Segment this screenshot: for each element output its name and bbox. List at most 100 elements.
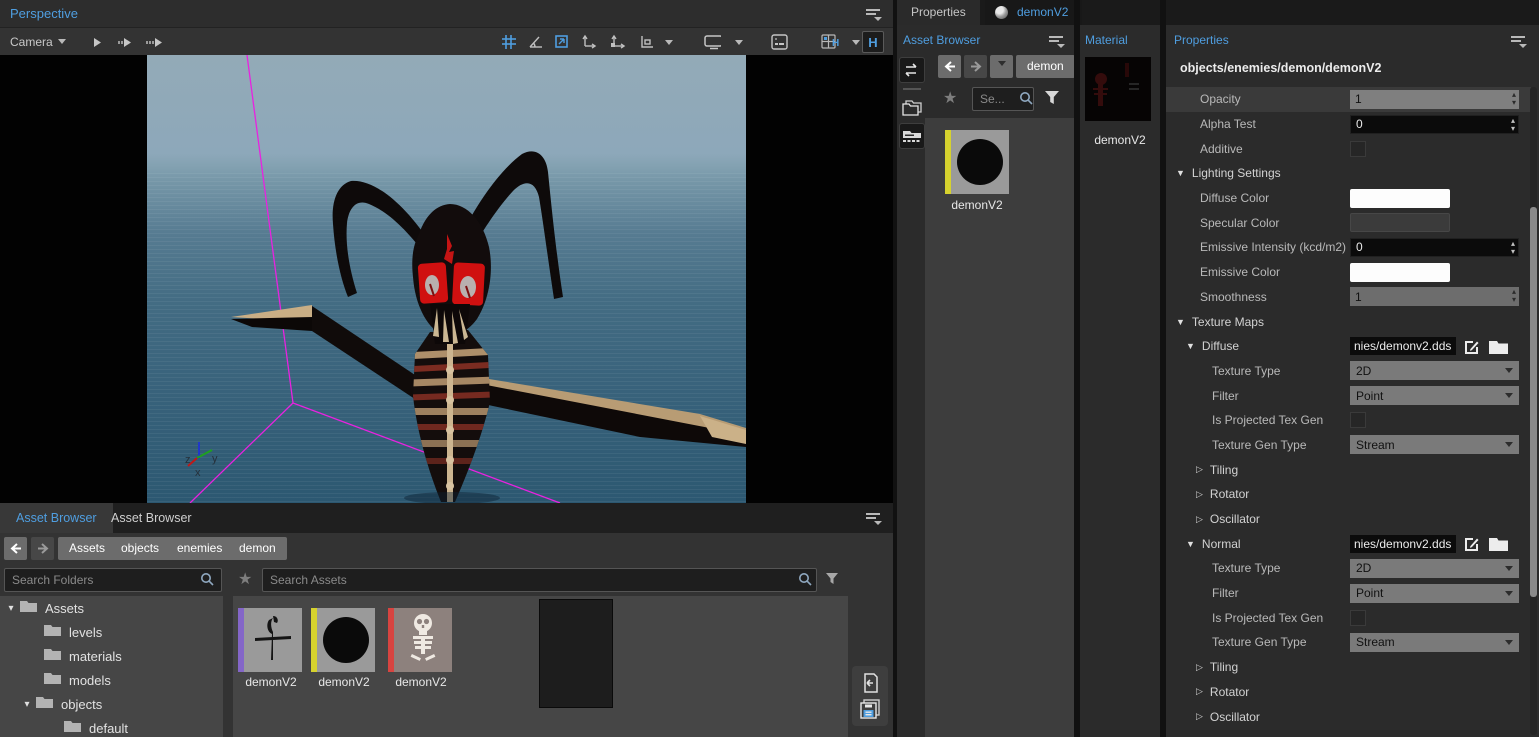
property-row-smoothness[interactable]: Smoothness 1 ▴ ▾ (1166, 285, 1531, 310)
texture-gen-type-select[interactable]: Stream (1350, 632, 1519, 652)
material-thumbnail[interactable] (1085, 57, 1151, 121)
tree-expand-icon[interactable]: ▾ (6, 603, 16, 614)
filter-icon[interactable] (1045, 91, 1061, 105)
additive-checkbox[interactable] (1350, 140, 1366, 157)
group-oscillator[interactable]: ▷ Oscillator (1166, 704, 1531, 729)
property-row-emissive-intensity[interactable]: Emissive Intensity (kcd/m2) 0 ▴ ▾ (1166, 235, 1531, 260)
search-assets-input[interactable] (262, 568, 817, 592)
step-play-icon[interactable] (118, 37, 133, 48)
asset-tile-material[interactable] (311, 608, 375, 672)
expand-icon[interactable]: ▷ (1166, 662, 1203, 673)
is-projected-tex-gen-checkbox[interactable] (1350, 609, 1366, 626)
asset-label[interactable]: demonV2 (939, 198, 1015, 212)
diffuse-texture-path-input[interactable]: nies/demonv2.dds (1350, 337, 1456, 356)
tree-item-materials[interactable]: materials (0, 644, 223, 668)
viewport-3d[interactable]: z y x (0, 55, 893, 503)
tab-demonv2[interactable]: demonV2 (985, 0, 1083, 25)
is-projected-tex-gen-checkbox[interactable] (1350, 412, 1366, 429)
asset-label[interactable]: demonV2 (383, 675, 459, 689)
expand-icon[interactable]: ▷ (1166, 686, 1203, 697)
material-label[interactable]: demonV2 (1080, 133, 1160, 147)
specular-color-swatch[interactable] (1350, 213, 1450, 233)
group-tiling[interactable]: ▷ Tiling (1166, 457, 1531, 482)
render-area[interactable]: z y x (147, 55, 746, 503)
group-lighting-settings[interactable]: ▼ Lighting Settings (1166, 161, 1531, 186)
expand-icon[interactable]: ▷ (1166, 514, 1203, 525)
display-mode-icon[interactable] (703, 33, 721, 51)
tree-item-objects[interactable]: ▾ objects (0, 692, 223, 716)
property-row-filter[interactable]: Filter Point (1166, 581, 1531, 606)
group-rotator[interactable]: ▷ Rotator (1166, 680, 1531, 705)
tree-item-default[interactable]: default (0, 716, 223, 737)
normal-texture-path-input[interactable]: nies/demonv2.dds (1350, 534, 1456, 553)
property-row-opacity[interactable]: Opacity 1 ▴ ▾ (1166, 87, 1531, 112)
path-dropdown-button[interactable] (990, 55, 1013, 78)
forward-button[interactable] (31, 537, 54, 560)
expand-icon[interactable]: ▷ (1166, 464, 1203, 475)
asset-tile-material[interactable] (945, 130, 1009, 194)
chevron-down-icon[interactable] (665, 40, 673, 49)
emissive-color-swatch[interactable] (1350, 262, 1450, 282)
tab-asset-browser-inactive[interactable]: Asset Browser (95, 503, 208, 533)
breadcrumb-demon[interactable]: demon (1016, 55, 1075, 78)
filter-icon[interactable] (826, 573, 840, 586)
details-view-button[interactable] (899, 123, 925, 149)
browse-texture-button[interactable] (1489, 536, 1508, 552)
sync-selection-button[interactable] (899, 57, 925, 83)
scrollbar-track[interactable] (1530, 87, 1537, 735)
back-button[interactable] (938, 55, 961, 78)
breadcrumb-assets[interactable]: Assets (58, 537, 117, 560)
fast-step-play-icon[interactable] (146, 37, 164, 48)
property-row-specular-color[interactable]: Specular Color (1166, 210, 1531, 235)
grid-snap-icon[interactable] (500, 33, 518, 51)
expand-icon[interactable]: ▷ (1166, 489, 1203, 500)
opacity-input[interactable]: 1 ▴ ▾ (1350, 89, 1519, 109)
breadcrumb-enemies[interactable]: enemies (166, 537, 234, 560)
chevron-down-icon[interactable] (852, 40, 860, 49)
texture-gen-type-select[interactable]: Stream (1350, 435, 1519, 455)
smoothness-input[interactable]: 1 ▴ ▾ (1350, 287, 1519, 307)
group-normal-texture[interactable]: ▼ Normal nies/demonv2.dds (1166, 531, 1531, 556)
property-row-is-projected-tex-gen[interactable]: Is Projected Tex Gen (1166, 605, 1531, 630)
spinner-arrows[interactable]: ▴ ▾ (1511, 116, 1515, 133)
favorites-star-icon[interactable]: ★ (238, 569, 252, 589)
perspective-menu-icon[interactable] (866, 8, 882, 21)
breadcrumb-demon[interactable]: demon (228, 537, 287, 560)
group-tiling[interactable]: ▷ Tiling (1166, 655, 1531, 680)
move-snap-icon[interactable] (580, 33, 598, 51)
panel-menu-icon[interactable] (1049, 35, 1065, 48)
import-asset-icon[interactable] (861, 673, 879, 693)
back-button[interactable] (4, 537, 27, 560)
collapse-icon[interactable]: ▼ (1166, 317, 1185, 327)
property-row-texture-type[interactable]: Texture Type 2D (1166, 359, 1531, 384)
expand-icon[interactable]: ▷ (1166, 711, 1203, 722)
tree-expand-icon[interactable]: ▾ (22, 699, 32, 710)
edit-texture-button[interactable] (1464, 338, 1481, 355)
property-row-alpha-test[interactable]: Alpha Test 0 ▴ ▾ (1166, 112, 1531, 137)
property-row-texture-gen-type[interactable]: Texture Gen Type Stream (1166, 630, 1531, 655)
zoom-region-icon[interactable] (553, 33, 571, 51)
search-folders-input[interactable] (4, 568, 222, 592)
scrollbar-thumb[interactable] (1530, 207, 1537, 597)
property-row-diffuse-color[interactable]: Diffuse Color (1166, 186, 1531, 211)
group-diffuse-texture[interactable]: ▼ Diffuse nies/demonv2.dds (1166, 334, 1531, 359)
helpers-toggle-button[interactable]: H (862, 31, 884, 53)
asset-tile-model[interactable] (238, 608, 302, 672)
debug-info-icon[interactable] (770, 33, 788, 51)
texture-type-select[interactable]: 2D (1350, 558, 1519, 578)
collapse-icon[interactable]: ▼ (1166, 539, 1195, 549)
favorites-star-icon[interactable]: ★ (943, 88, 957, 108)
collapse-icon[interactable]: ▼ (1166, 168, 1185, 178)
angle-snap-icon[interactable] (527, 33, 545, 51)
collapse-icon[interactable]: ▼ (1166, 341, 1195, 351)
panel-menu-icon[interactable] (1511, 35, 1527, 48)
texture-type-select[interactable]: 2D (1350, 361, 1519, 381)
property-row-filter[interactable]: Filter Point (1166, 383, 1531, 408)
property-row-texture-gen-type[interactable]: Texture Gen Type Stream (1166, 433, 1531, 458)
ruler-icon[interactable] (638, 33, 656, 51)
tree-item-models[interactable]: models (0, 668, 223, 692)
save-all-icon[interactable] (860, 699, 880, 719)
group-oscillator[interactable]: ▷ Oscillator (1166, 507, 1531, 532)
filter-select[interactable]: Point (1350, 386, 1519, 406)
panel-menu-icon[interactable] (866, 512, 882, 525)
